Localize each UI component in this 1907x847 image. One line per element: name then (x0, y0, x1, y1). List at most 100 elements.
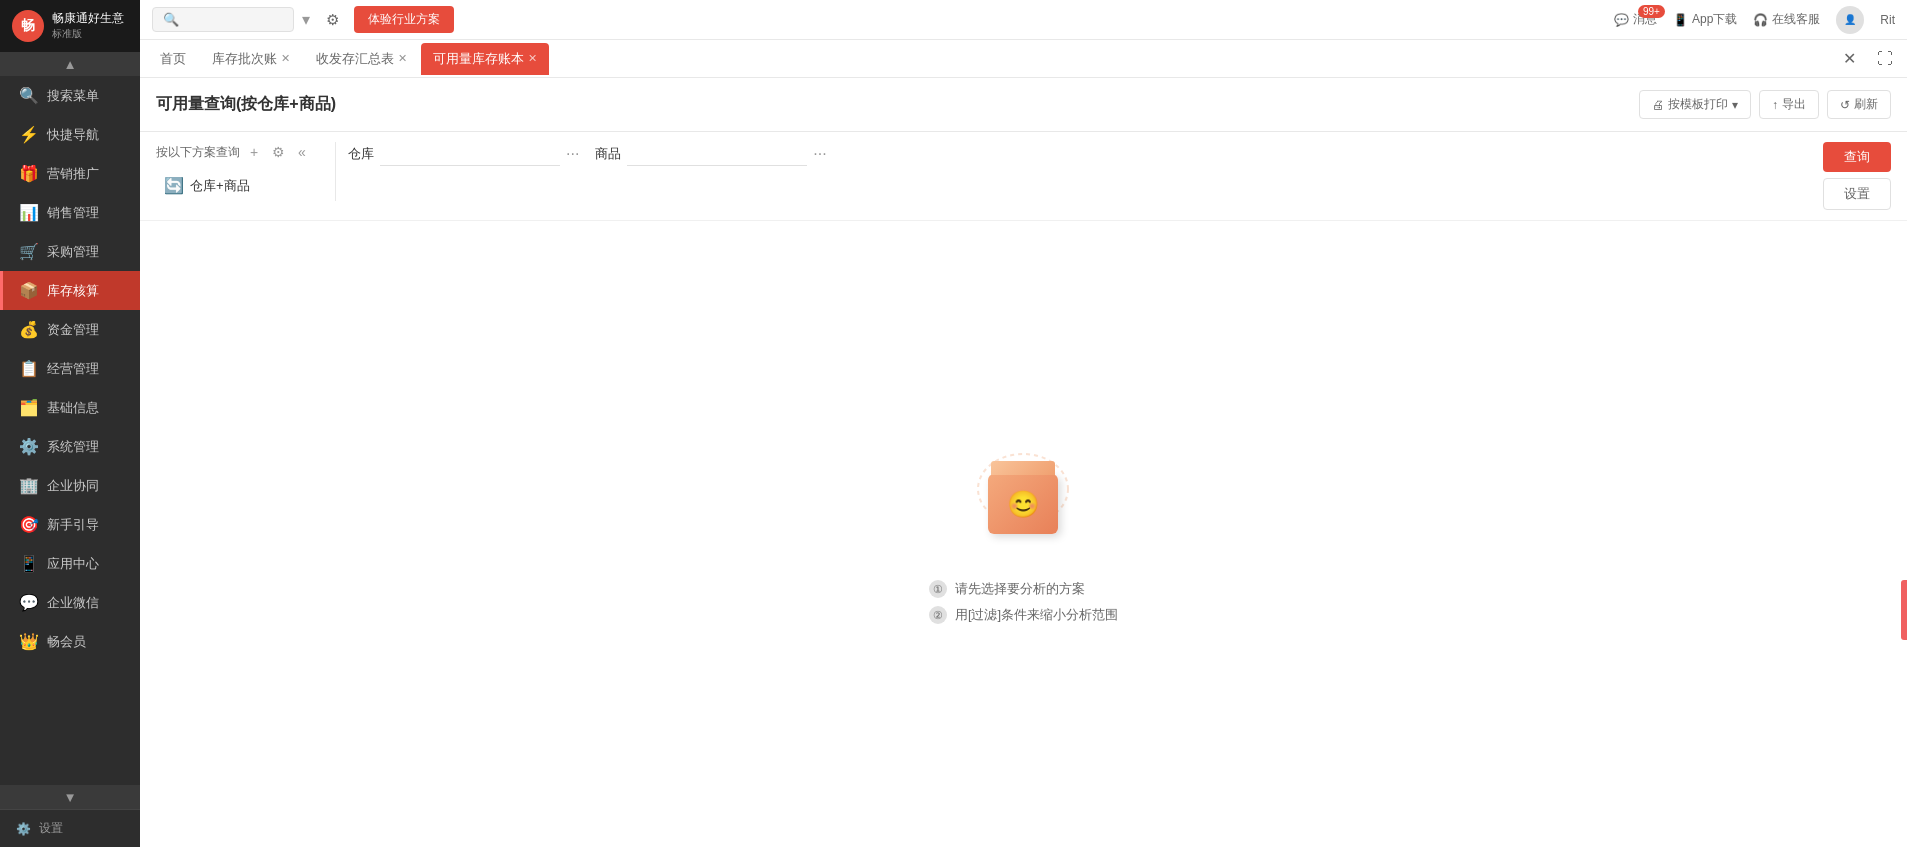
sidebar-item-label: 销售管理 (47, 204, 99, 222)
sidebar-item-appstore[interactable]: 📱 应用中心 (0, 544, 140, 583)
sidebar-item-label: 资金管理 (47, 321, 99, 339)
sidebar-item-guide[interactable]: 🎯 新手引导 (0, 505, 140, 544)
sidebar-item-operations[interactable]: 📋 经营管理 (0, 349, 140, 388)
goods-filter-input[interactable] (627, 142, 807, 166)
tab-available[interactable]: 可用量库存账本 ✕ (421, 43, 549, 75)
warehouse-filter-dots[interactable]: ··· (566, 145, 579, 163)
sidebar-item-enterprise[interactable]: 🏢 企业协同 (0, 466, 140, 505)
search-icon: 🔍 (19, 86, 39, 105)
online-service-button[interactable]: 🎧 在线客服 (1753, 11, 1820, 28)
sidebar-bottom-settings[interactable]: ⚙️ 设置 (0, 809, 140, 847)
tab-home[interactable]: 首页 (148, 43, 198, 75)
hint-text-1: 请先选择要分析的方案 (955, 580, 1085, 598)
add-scheme-button[interactable]: + (244, 142, 264, 162)
sidebar-item-finance[interactable]: 💰 资金管理 (0, 310, 140, 349)
phone-icon: 📱 (1673, 13, 1688, 27)
sidebar-item-member[interactable]: 👑 畅会员 (0, 622, 140, 661)
search-input[interactable] (183, 13, 283, 27)
empty-hint-2: ② 用[过滤]条件来缩小分析范围 (929, 606, 1118, 624)
topbar-gear-button[interactable]: ⚙ (318, 6, 346, 34)
sidebar-item-system[interactable]: ⚙️ 系统管理 (0, 427, 140, 466)
export-button[interactable]: ↑ 导出 (1759, 90, 1819, 119)
query-button[interactable]: 查询 (1823, 142, 1891, 172)
sidebar-item-inventory[interactable]: 📦 库存核算 (0, 271, 140, 310)
message-button[interactable]: 💬 消息 99+ (1614, 11, 1657, 28)
tab-close-window-button[interactable]: ✕ (1835, 45, 1863, 73)
hint-num-2: ② (929, 606, 947, 624)
shortcut-icon: ⚡ (19, 125, 39, 144)
topbar-dropdown-icon[interactable]: ▾ (302, 10, 310, 29)
sidebar-item-label: 营销推广 (47, 165, 99, 183)
tab-home-label: 首页 (160, 50, 186, 68)
sidebar-item-sales[interactable]: 📊 销售管理 (0, 193, 140, 232)
scheme-icon: 🔄 (164, 176, 184, 195)
page-header: 可用量查询(按仓库+商品) 🖨 按模板打印 ▾ ↑ 导出 ↺ 刷新 (140, 78, 1907, 132)
wechat-icon: 💬 (19, 593, 39, 612)
sidebar-item-label: 系统管理 (47, 438, 99, 456)
sidebar-item-label: 应用中心 (47, 555, 99, 573)
box-face: 😊 (1007, 489, 1039, 520)
warehouse-filter-input[interactable] (380, 142, 560, 166)
app-download-button[interactable]: 📱 App下载 (1673, 11, 1737, 28)
tab-batch-close[interactable]: ✕ (281, 52, 290, 65)
hint-text-2: 用[过滤]条件来缩小分析范围 (955, 606, 1118, 624)
query-area: 按以下方案查询 + ⚙ « 🔄 仓库+商品 仓库 ··· (140, 132, 1907, 221)
goods-filter-label: 商品 (595, 145, 621, 163)
sidebar-item-label: 企业微信 (47, 594, 99, 612)
sidebar-item-search[interactable]: 🔍 搜索菜单 (0, 76, 140, 115)
hint-num-1: ① (929, 580, 947, 598)
sidebar-item-shortcut[interactable]: ⚡ 快捷导航 (0, 115, 140, 154)
sidebar-bottom-label: 设置 (39, 820, 63, 837)
sidebar-item-label: 畅会员 (47, 633, 86, 651)
sidebar-scroll-down[interactable]: ▼ (0, 785, 140, 809)
right-scrollbar-indicator (1901, 580, 1907, 640)
empty-hints: ① 请先选择要分析的方案 ② 用[过滤]条件来缩小分析范围 (929, 580, 1118, 624)
message-badge: 99+ (1638, 5, 1665, 18)
collapse-scheme-button[interactable]: « (292, 142, 312, 162)
export-icon: ↑ (1772, 98, 1778, 112)
tab-summary-label: 收发存汇总表 (316, 50, 394, 68)
tab-bar: 首页 库存批次账 ✕ 收发存汇总表 ✕ 可用量库存账本 ✕ ✕ ⛶ (140, 40, 1907, 78)
main-area: 🔍 ▾ ⚙ 体验行业方案 💬 消息 99+ 📱 App下载 🎧 在线客服 👤 R… (140, 0, 1907, 847)
search-icon: 🔍 (163, 12, 179, 27)
empty-hint-1: ① 请先选择要分析的方案 (929, 580, 1118, 598)
tab-batch-label: 库存批次账 (212, 50, 277, 68)
sidebar-scroll-up[interactable]: ▲ (0, 52, 140, 76)
tab-available-label: 可用量库存账本 (433, 50, 524, 68)
scheme-label: 仓库+商品 (190, 177, 250, 195)
sidebar-logo: 畅 (12, 10, 44, 42)
topbar-search-box[interactable]: 🔍 (152, 7, 294, 32)
info-icon: 🗂️ (19, 398, 39, 417)
sidebar-item-label: 采购管理 (47, 243, 99, 261)
tab-summary-close[interactable]: ✕ (398, 52, 407, 65)
money-icon: 💰 (19, 320, 39, 339)
page-content: 可用量查询(按仓库+商品) 🖨 按模板打印 ▾ ↑ 导出 ↺ 刷新 (140, 78, 1907, 847)
sidebar-item-purchase[interactable]: 🛒 采购管理 (0, 232, 140, 271)
sidebar-item-wechat[interactable]: 💬 企业微信 (0, 583, 140, 622)
guide-icon: 🎯 (19, 515, 39, 534)
tab-batch[interactable]: 库存批次账 ✕ (200, 43, 302, 75)
username-label[interactable]: Rit (1880, 13, 1895, 27)
sidebar-app-title: 畅康通好生意 (52, 11, 124, 27)
sidebar-item-label: 新手引导 (47, 516, 99, 534)
sidebar-item-label: 企业协同 (47, 477, 99, 495)
settings-button[interactable]: 设置 (1823, 178, 1891, 210)
goods-filter-dots[interactable]: ··· (813, 145, 826, 163)
tab-summary[interactable]: 收发存汇总表 ✕ (304, 43, 419, 75)
scheme-warehouse-goods[interactable]: 🔄 仓库+商品 (156, 170, 323, 201)
topbar: 🔍 ▾ ⚙ 体验行业方案 💬 消息 99+ 📱 App下载 🎧 在线客服 👤 R… (140, 0, 1907, 40)
sidebar-item-label: 快捷导航 (47, 126, 99, 144)
tab-available-close[interactable]: ✕ (528, 52, 537, 65)
sidebar-item-marketing[interactable]: 🎁 营销推广 (0, 154, 140, 193)
sidebar-item-label: 搜索菜单 (47, 87, 99, 105)
query-scheme-title: 按以下方案查询 (156, 144, 240, 161)
refresh-button[interactable]: ↺ 刷新 (1827, 90, 1891, 119)
sidebar-item-label: 库存核算 (47, 282, 99, 300)
warehouse-filter-group: 仓库 ··· (348, 142, 579, 166)
trial-industry-button[interactable]: 体验行业方案 (354, 6, 454, 33)
tab-expand-button[interactable]: ⛶ (1871, 45, 1899, 73)
sidebar-item-basic[interactable]: 🗂️ 基础信息 (0, 388, 140, 427)
scheme-settings-button[interactable]: ⚙ (268, 142, 288, 162)
print-template-button[interactable]: 🖨 按模板打印 ▾ (1639, 90, 1751, 119)
query-scheme-panel: 按以下方案查询 + ⚙ « 🔄 仓库+商品 (156, 142, 336, 201)
